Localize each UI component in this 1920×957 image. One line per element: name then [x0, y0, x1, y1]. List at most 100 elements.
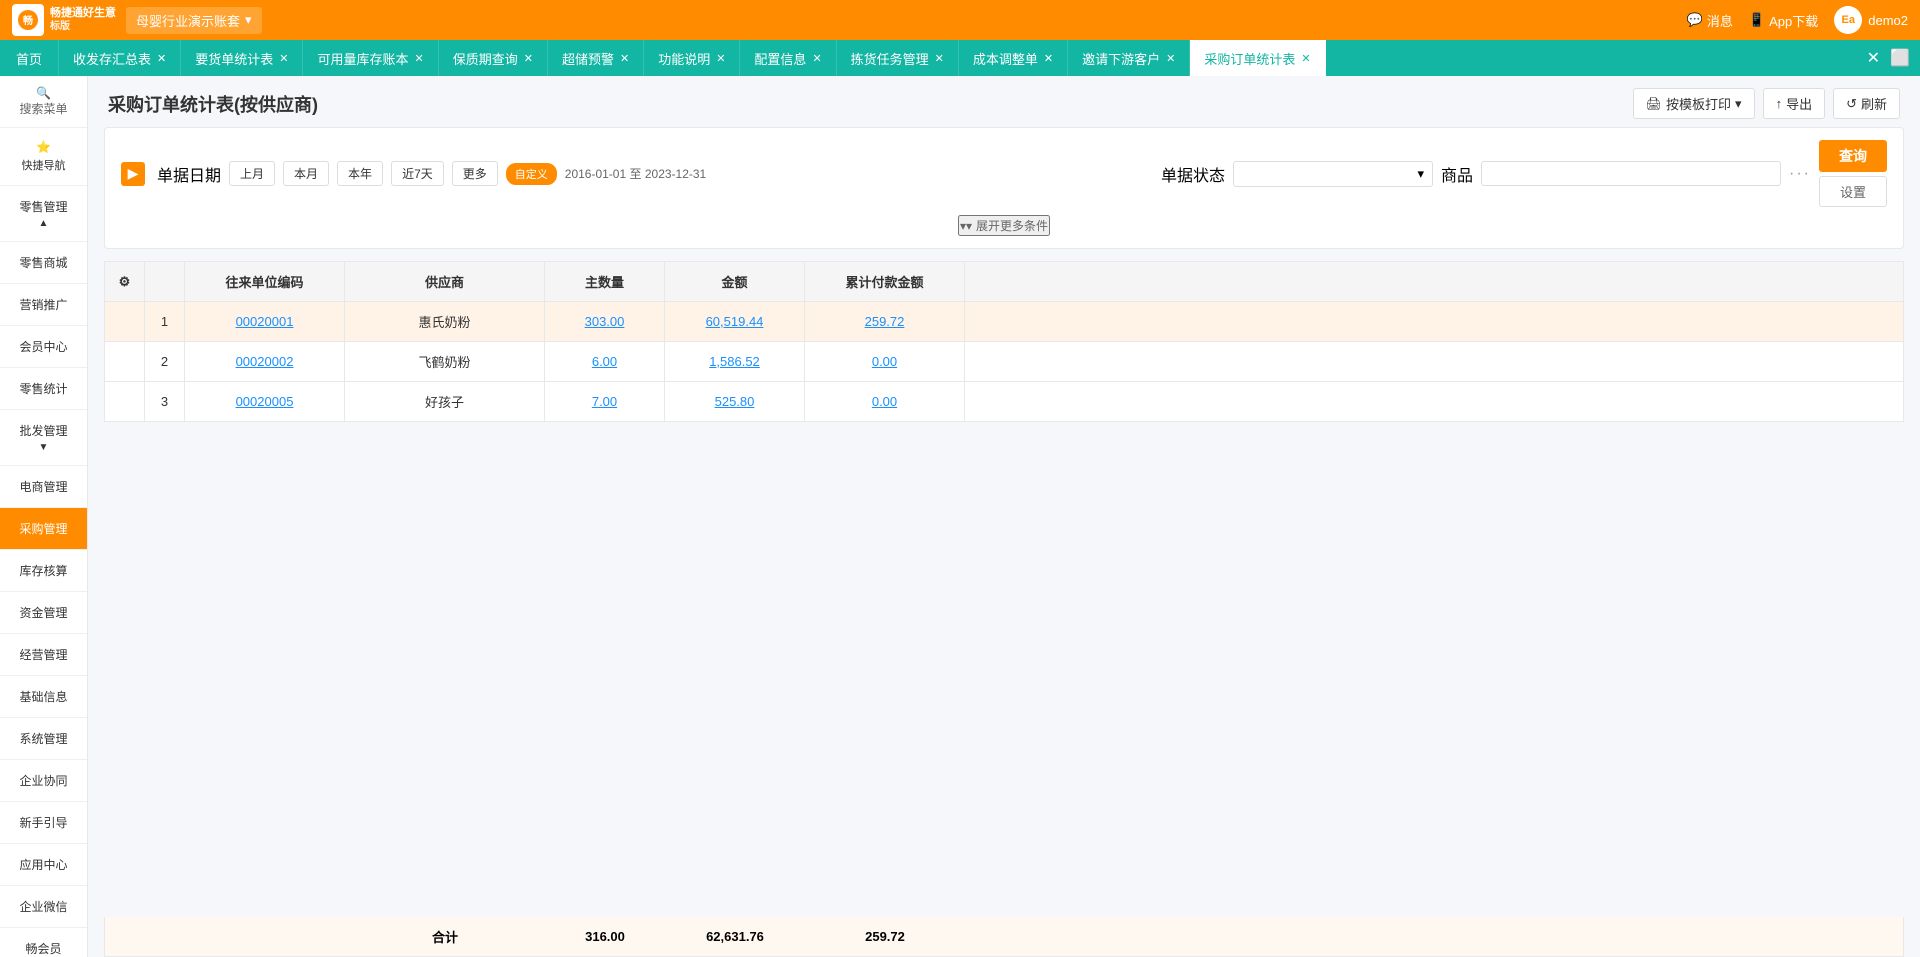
tab-close-icon[interactable]: ✕: [157, 52, 166, 65]
tab-close-icon[interactable]: ✕: [812, 52, 821, 65]
tab-receive-send[interactable]: 收发存汇总表 ✕: [59, 40, 181, 76]
more-options-icon[interactable]: ···: [1789, 165, 1811, 183]
col-settings-header[interactable]: ⚙: [105, 262, 145, 302]
last-month-btn[interactable]: 上月: [229, 161, 275, 186]
sidebar-item-marketing[interactable]: 营销推广: [0, 284, 87, 326]
sidebar-item-quick-nav[interactable]: ⭐ 快捷导航: [0, 128, 87, 186]
export-button[interactable]: ↑ 导出: [1763, 88, 1826, 119]
last7days-btn[interactable]: 近7天: [391, 161, 444, 186]
tab-close-icon[interactable]: ✕: [935, 52, 944, 65]
row3-main-qty-link[interactable]: 7.00: [592, 394, 617, 409]
row1-main-qty-link[interactable]: 303.00: [585, 314, 625, 329]
tab-close-icon[interactable]: ✕: [415, 52, 424, 65]
tab-invite-downstream[interactable]: 邀请下游客户 ✕: [1068, 40, 1190, 76]
tab-close-icon[interactable]: ✕: [1166, 52, 1175, 65]
row2-main-qty-link[interactable]: 6.00: [592, 354, 617, 369]
sidebar-item-enterprise-wechat[interactable]: 企业微信: [0, 886, 87, 928]
row3-supplier-code-link[interactable]: 00020005: [236, 394, 294, 409]
tab-overstock-warning[interactable]: 超储预警 ✕: [548, 40, 644, 76]
tab-goods-stat[interactable]: 要货单统计表 ✕: [181, 40, 303, 76]
sidebar-item-system-mgmt[interactable]: 系统管理: [0, 718, 87, 760]
maximize-btn[interactable]: ⬜: [1886, 44, 1914, 72]
query-button[interactable]: 查询: [1819, 140, 1887, 172]
page-header: 采购订单统计表(按供应商) 🖨 按模板打印 ▾ ↑ 导出 ↺ 刷新: [88, 76, 1920, 127]
sidebar-item-member[interactable]: 畅会员: [0, 928, 87, 957]
workspace-selector[interactable]: 母婴行业演示账套 ▾: [126, 7, 262, 34]
tab-close-icon[interactable]: ✕: [524, 52, 533, 65]
sidebar-item-retail-mgmt[interactable]: 零售管理 ▲: [0, 186, 87, 242]
workspace-name: 母婴行业演示账套: [136, 11, 240, 30]
close-tab-btn[interactable]: ✕: [1863, 44, 1884, 72]
tab-close-icon[interactable]: ✕: [279, 52, 288, 65]
status-select[interactable]: ▾: [1233, 161, 1433, 187]
tab-picking-task[interactable]: 拣货任务管理 ✕: [837, 40, 959, 76]
row2-supplier: 飞鹤奶粉: [345, 342, 545, 382]
date-to: 2023-12-31: [645, 167, 706, 181]
tab-available-stock[interactable]: 可用量库存账本 ✕: [303, 40, 438, 76]
refresh-label: 刷新: [1861, 94, 1887, 113]
col-num-header: [145, 262, 185, 302]
more-date-btn[interactable]: 更多: [452, 161, 498, 186]
print-button[interactable]: 🖨 按模板打印 ▾: [1633, 88, 1755, 119]
row2-supplier-code-link[interactable]: 00020002: [236, 354, 294, 369]
sidebar-item-enterprise-collab[interactable]: 企业协同: [0, 760, 87, 802]
row1-supplier-code-link[interactable]: 00020001: [236, 314, 294, 329]
printer-icon: 🖨: [1646, 96, 1663, 112]
row1-paid-amount-link[interactable]: 259.72: [865, 314, 905, 329]
row3-amount-link[interactable]: 525.80: [715, 394, 755, 409]
tab-cost-adjust[interactable]: 成本调整单 ✕: [959, 40, 1068, 76]
sidebar-item-ecommerce-mgmt[interactable]: 电商管理: [0, 466, 87, 508]
footer-amount: 62,631.76: [665, 929, 805, 944]
sidebar-item-operation-mgmt-label: 经营管理: [19, 646, 67, 663]
row2-extra: [965, 342, 1904, 382]
message-btn[interactable]: 💬 消息: [1687, 11, 1733, 30]
sidebar-item-wholesale-mgmt[interactable]: 批发管理 ▼: [0, 410, 87, 466]
footer-paid-amount: 259.72: [805, 929, 965, 944]
filter-main-row: ▶ 单据日期 上月 本月 本年 近7天 更多 自定义 2016-01-01 至 …: [121, 140, 1887, 207]
row3-extra: [965, 382, 1904, 422]
row2-paid-amount-link[interactable]: 0.00: [872, 354, 897, 369]
this-month-btn[interactable]: 本月: [283, 161, 329, 186]
this-year-btn[interactable]: 本年: [337, 161, 383, 186]
sidebar-item-finance-mgmt[interactable]: 资金管理: [0, 592, 87, 634]
sidebar-item-ecommerce-mgmt-label: 电商管理: [19, 478, 67, 495]
tab-purchase-stat[interactable]: 采购订单统计表 ✕: [1190, 40, 1325, 76]
sidebar-item-app-center[interactable]: 应用中心: [0, 844, 87, 886]
tab-close-icon[interactable]: ✕: [716, 52, 725, 65]
sidebar-item-purchase-mgmt[interactable]: 采购管理: [0, 508, 87, 550]
tab-close-icon[interactable]: ✕: [620, 52, 629, 65]
sidebar-item-new-guide[interactable]: 新手引导: [0, 802, 87, 844]
tab-expiry-query[interactable]: 保质期查询 ✕: [439, 40, 548, 76]
sidebar-search-btn[interactable]: 🔍 搜索菜单: [0, 76, 87, 128]
tab-function-desc[interactable]: 功能说明 ✕: [644, 40, 740, 76]
settings-button[interactable]: 设置: [1819, 176, 1887, 207]
refresh-button[interactable]: ↺ 刷新: [1833, 88, 1900, 119]
sidebar-item-operation-mgmt[interactable]: 经营管理: [0, 634, 87, 676]
row2-supplier-name: 飞鹤奶粉: [418, 355, 470, 370]
row1-amount-link[interactable]: 60,519.44: [706, 314, 764, 329]
row3-paid-amount-link[interactable]: 0.00: [872, 394, 897, 409]
sidebar-item-inventory-check[interactable]: 库存核算: [0, 550, 87, 592]
row2-amount-link[interactable]: 1,586.52: [709, 354, 760, 369]
goods-input[interactable]: [1481, 161, 1781, 186]
sidebar-item-quick-nav-label: 快捷导航: [22, 157, 66, 173]
app-download-btn[interactable]: 📱 App下载: [1749, 11, 1818, 30]
tab-close-icon[interactable]: ✕: [1301, 52, 1310, 65]
sidebar-item-member-center[interactable]: 会员中心: [0, 326, 87, 368]
filter-toggle-btn[interactable]: ▶: [121, 162, 145, 186]
sidebar-item-retail-store-label: 零售商城: [19, 254, 67, 271]
expand-more-btn[interactable]: ▾▾ 展开更多条件: [958, 215, 1050, 236]
sidebar-item-member-label: 畅会员: [25, 940, 61, 957]
col-supplier-code-header: 往来单位编码: [185, 262, 345, 302]
user-area[interactable]: Ea demo2: [1834, 6, 1908, 34]
sidebar-item-member-center-label: 会员中心: [19, 338, 67, 355]
tab-config-info[interactable]: 配置信息 ✕: [740, 40, 836, 76]
sidebar-item-retail-store[interactable]: 零售商城: [0, 242, 87, 284]
sidebar-item-retail-stat[interactable]: 零售统计: [0, 368, 87, 410]
tab-home[interactable]: 首页: [0, 40, 59, 76]
sidebar-item-basic-info[interactable]: 基础信息: [0, 676, 87, 718]
logo-text: 畅捷通好生意: [50, 7, 116, 20]
chevron-down-icon: ▾: [1735, 96, 1742, 112]
tab-close-icon[interactable]: ✕: [1044, 52, 1053, 65]
row3-amount: 525.80: [665, 382, 805, 422]
